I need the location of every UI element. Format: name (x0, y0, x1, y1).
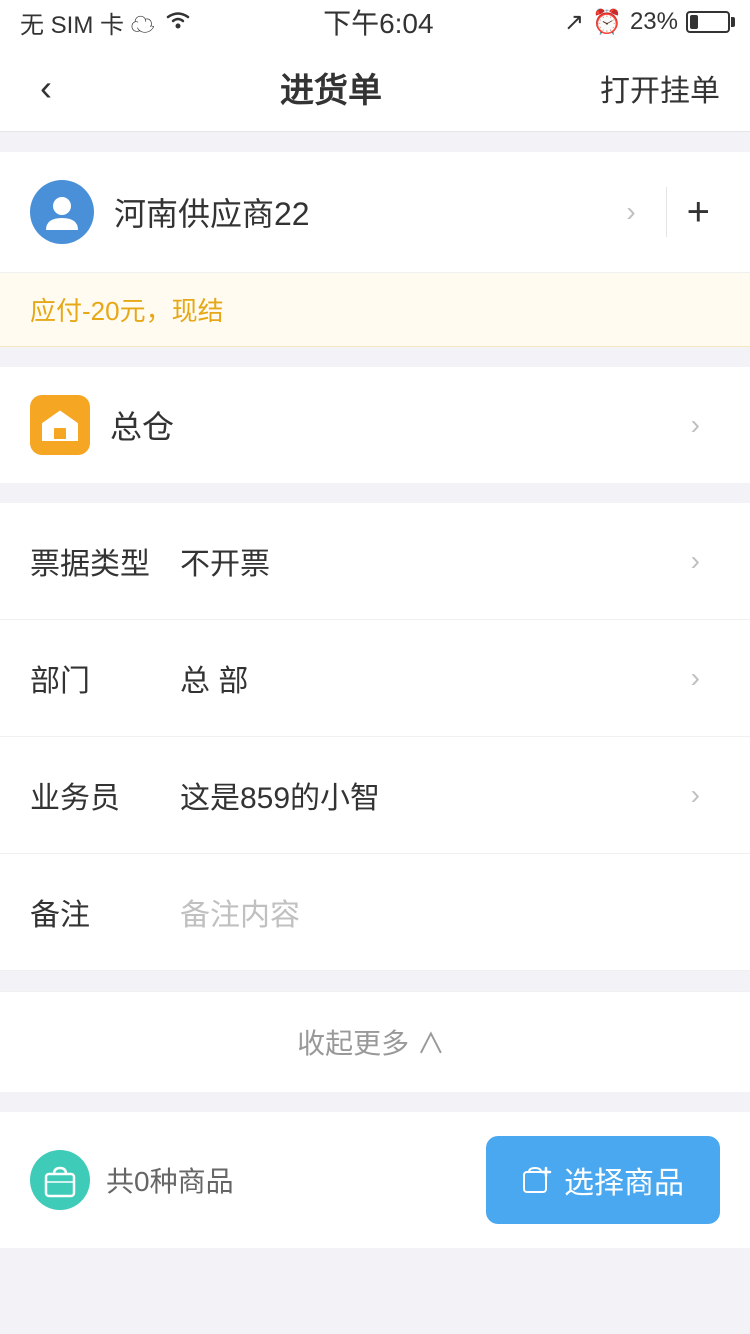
battery-icon (686, 11, 730, 33)
department-label: 部门 (30, 656, 160, 700)
supplier-chevron-icon: › (626, 196, 635, 228)
status-left: 无 SIM 卡 ☁ (20, 5, 193, 40)
remark-input[interactable]: 备注内容 (180, 890, 720, 934)
signal-text: 无 SIM 卡 ☁ (20, 5, 155, 40)
ticket-type-value: 不开票 (180, 539, 691, 583)
goods-count-wrap: 共0种商品 (30, 1150, 234, 1210)
supplier-card: 河南供应商22 › + 应付-20元，现结 (0, 152, 750, 347)
warehouse-icon (41, 408, 79, 442)
department-chevron-icon: › (691, 662, 700, 694)
ticket-type-chevron-icon: › (691, 545, 700, 577)
remark-row[interactable]: 备注 备注内容 (0, 854, 750, 971)
form-section: 票据类型 不开票 › 部门 总 部 › 业务员 这是859的小智 › 备注 备注… (0, 503, 750, 971)
salesperson-label: 业务员 (30, 773, 160, 817)
goods-icon-wrap (30, 1150, 90, 1210)
salesperson-value: 这是859的小智 (180, 773, 691, 817)
battery-percent: 23% (630, 8, 678, 36)
salesperson-row[interactable]: 业务员 这是859的小智 › (0, 737, 750, 854)
open-pending-button[interactable]: 打开挂单 (600, 66, 720, 110)
section-gap-2 (0, 347, 750, 367)
department-row[interactable]: 部门 总 部 › (0, 620, 750, 737)
warehouse-chevron-icon: › (691, 409, 700, 441)
wifi-icon (163, 8, 193, 37)
department-value: 总 部 (180, 656, 691, 700)
divider (666, 187, 667, 237)
goods-bag-icon (42, 1162, 78, 1198)
select-goods-icon (522, 1166, 554, 1194)
collapse-text: 收起更多 ∧ (297, 1022, 445, 1062)
page-title: 进货单 (280, 63, 382, 112)
warehouse-card[interactable]: 总仓 › (0, 367, 750, 483)
collapse-row[interactable]: 收起更多 ∧ (0, 991, 750, 1092)
back-button[interactable]: ‹ (30, 57, 62, 119)
notice-text: 应付-20元，现结 (30, 296, 224, 326)
supplier-row[interactable]: 河南供应商22 › + (0, 152, 750, 273)
ticket-type-row[interactable]: 票据类型 不开票 › (0, 503, 750, 620)
warehouse-name: 总仓 (110, 402, 691, 448)
user-icon (42, 192, 82, 232)
alarm-icon: ⏰ (592, 8, 622, 37)
supplier-name: 河南供应商22 (114, 189, 626, 235)
location-icon: ↗ (564, 8, 584, 37)
bottom-bar: 共0种商品 选择商品 (0, 1112, 750, 1248)
remark-label: 备注 (30, 890, 160, 934)
ticket-type-label: 票据类型 (30, 539, 160, 583)
select-goods-label: 选择商品 (564, 1158, 684, 1202)
select-goods-button[interactable]: 选择商品 (486, 1136, 720, 1224)
status-bar: 无 SIM 卡 ☁ 下午6:04 ↗ ⏰ 23% (0, 0, 750, 44)
nav-bar: ‹ 进货单 打开挂单 (0, 44, 750, 132)
warehouse-icon-wrap (30, 395, 90, 455)
salesperson-chevron-icon: › (691, 779, 700, 811)
supplier-avatar (30, 180, 94, 244)
status-time: 下午6:04 (323, 2, 434, 42)
status-right: ↗ ⏰ 23% (564, 8, 730, 37)
add-button[interactable]: + (677, 190, 720, 235)
section-gap-1 (0, 132, 750, 152)
goods-count-text: 共0种商品 (106, 1160, 234, 1200)
warehouse-row[interactable]: 总仓 › (0, 367, 750, 483)
notice-bar: 应付-20元，现结 (0, 273, 750, 347)
